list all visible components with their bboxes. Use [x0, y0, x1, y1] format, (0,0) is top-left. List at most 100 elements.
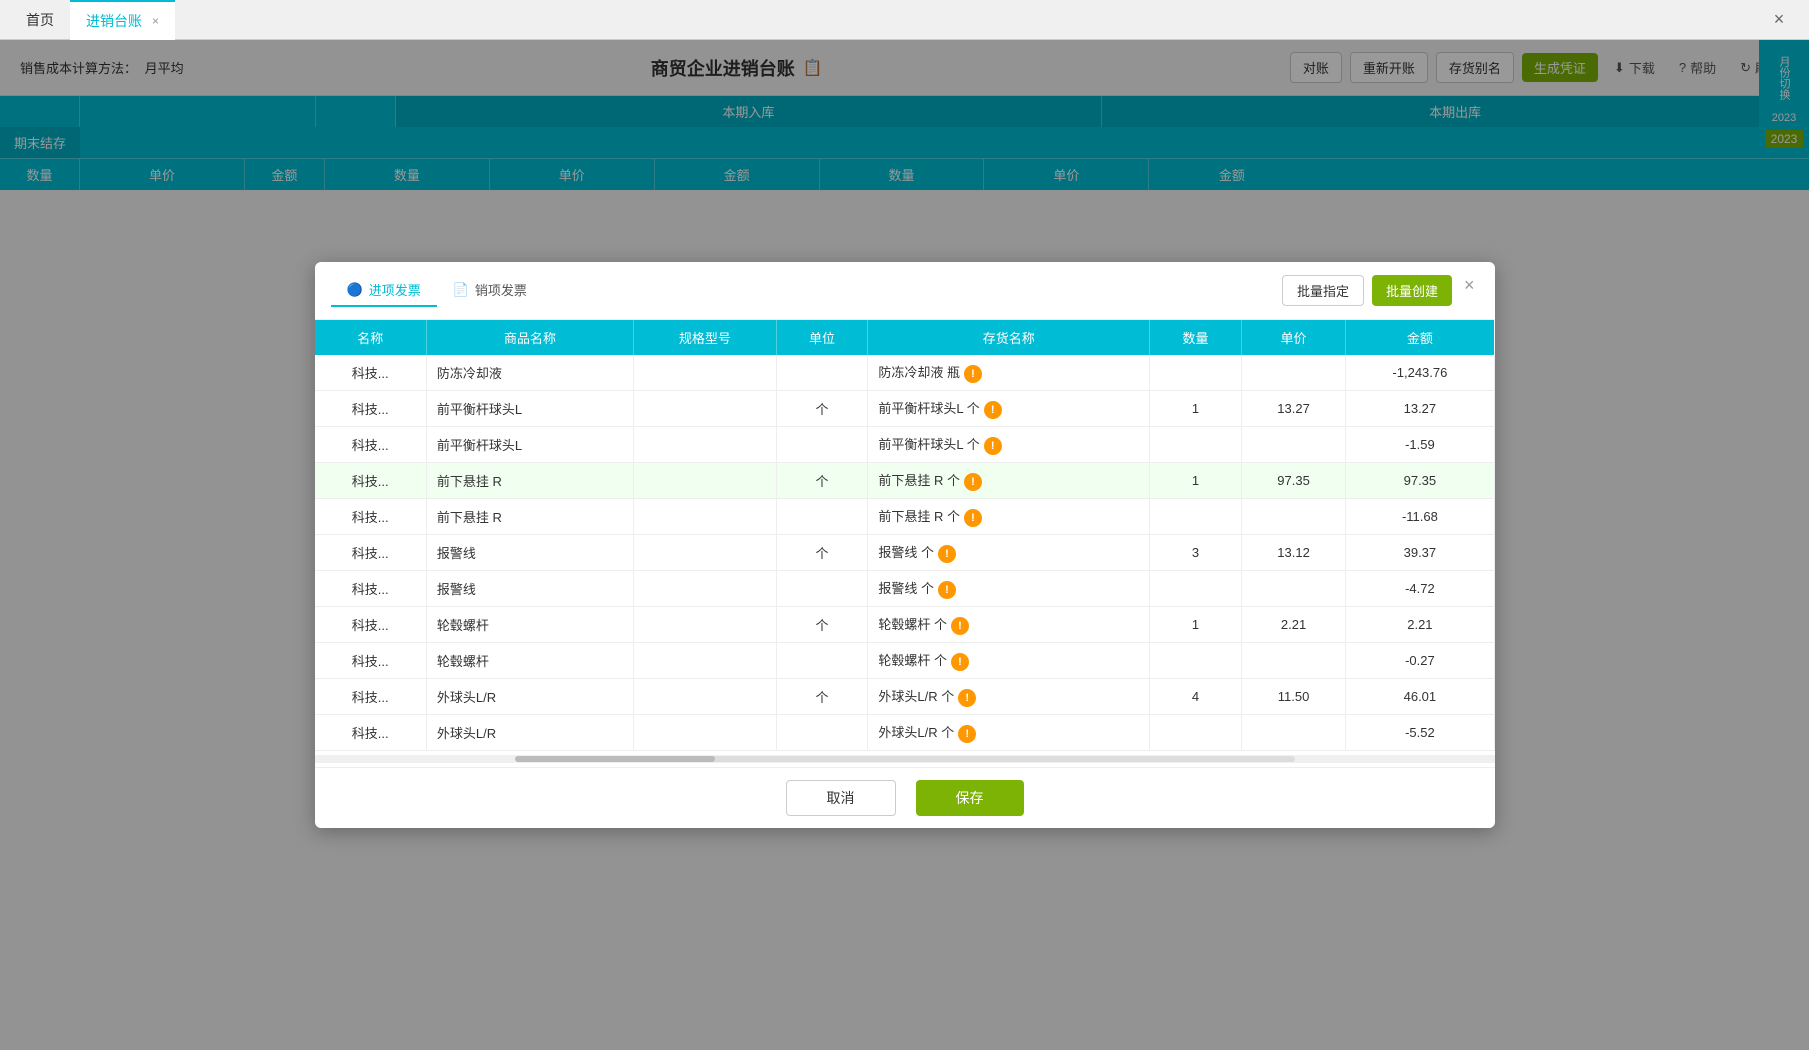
modal-tabs: 🔵 进项发票 📄 销项发票: [331, 274, 543, 307]
batch-assign-button[interactable]: 批量指定: [1282, 275, 1364, 306]
main-content: 销售成本计算方法： 月平均 商贸企业进销台账 📋 对账 重新开账 存货别名 生成…: [0, 40, 1809, 1050]
cell-inventory: 轮毂螺杆 个!: [868, 607, 1150, 643]
tab-outbound-invoice[interactable]: 📄 销项发票: [437, 274, 543, 307]
cell-company: 科技...: [315, 463, 427, 499]
cell-qty: [1150, 499, 1242, 535]
cell-spec: [634, 643, 776, 679]
horizontal-scrollbar[interactable]: [315, 755, 1495, 763]
cell-product: 防冻冷却液: [426, 355, 633, 391]
cell-spec: [634, 391, 776, 427]
cell-unit: 个: [776, 463, 868, 499]
cell-qty: [1150, 355, 1242, 391]
modal-body: 名称 商品名称 规格型号 单位 存货名称 数量 单价 金额 科技...防冻冷却液…: [315, 320, 1495, 751]
table-row: 科技...轮毂螺杆个轮毂螺杆 个!12.212.21: [315, 607, 1495, 643]
cell-company: 科技...: [315, 571, 427, 607]
cell-spec: [634, 715, 776, 751]
warning-icon: !: [964, 365, 982, 383]
cell-unit: [776, 499, 868, 535]
cell-inventory: 报警线 个!: [868, 535, 1150, 571]
cell-unit: [776, 571, 868, 607]
th-qty: 数量: [1150, 320, 1242, 355]
cell-product: 轮毂螺杆: [426, 643, 633, 679]
cell-amount: 39.37: [1346, 535, 1494, 571]
cell-price: [1241, 643, 1345, 679]
cell-amount: -1.59: [1346, 427, 1494, 463]
th-company: 名称: [315, 320, 427, 355]
tab-home[interactable]: 首页: [10, 0, 70, 40]
cell-product: 报警线: [426, 535, 633, 571]
cell-unit: 个: [776, 391, 868, 427]
cell-spec: [634, 607, 776, 643]
cell-price: 11.50: [1241, 679, 1345, 715]
cell-company: 科技...: [315, 535, 427, 571]
cell-unit: 个: [776, 679, 868, 715]
table-row: 科技...前下悬挂 R前下悬挂 R 个!-11.68: [315, 499, 1495, 535]
modal-overlay: 🔵 进项发票 📄 销项发票 批量指定 批量创建 ×: [0, 40, 1809, 1050]
invoice-table: 名称 商品名称 规格型号 单位 存货名称 数量 单价 金额 科技...防冻冷却液…: [315, 320, 1495, 751]
cell-unit: [776, 643, 868, 679]
cell-company: 科技...: [315, 643, 427, 679]
cell-company: 科技...: [315, 355, 427, 391]
cell-price: 97.35: [1241, 463, 1345, 499]
cell-company: 科技...: [315, 427, 427, 463]
th-amount: 金额: [1346, 320, 1494, 355]
cell-qty: 1: [1150, 607, 1242, 643]
outbound-tab-icon: 📄: [453, 282, 469, 298]
cell-spec: [634, 679, 776, 715]
warning-icon: !: [984, 401, 1002, 419]
cell-price: [1241, 499, 1345, 535]
cell-amount: -0.27: [1346, 643, 1494, 679]
cell-spec: [634, 571, 776, 607]
tab-inbound-invoice[interactable]: 🔵 进项发票: [331, 274, 437, 307]
cell-product: 前平衡杆球头L: [426, 391, 633, 427]
cell-qty: [1150, 571, 1242, 607]
window-close-button[interactable]: ×: [1759, 0, 1799, 40]
cell-amount: -1,243.76: [1346, 355, 1494, 391]
modal-dialog: 🔵 进项发票 📄 销项发票 批量指定 批量创建 ×: [315, 262, 1495, 828]
cell-unit: [776, 355, 868, 391]
table-row: 科技...报警线个报警线 个!313.1239.37: [315, 535, 1495, 571]
th-unit: 单位: [776, 320, 868, 355]
cell-spec: [634, 499, 776, 535]
cell-price: 13.27: [1241, 391, 1345, 427]
cell-qty: [1150, 427, 1242, 463]
inbound-tab-icon: 🔵: [347, 282, 363, 298]
warning-icon: !: [964, 509, 982, 527]
cell-inventory: 外球头L/R 个!: [868, 679, 1150, 715]
cell-company: 科技...: [315, 715, 427, 751]
th-spec: 规格型号: [634, 320, 776, 355]
table-row: 科技...前平衡杆球头L个前平衡杆球头L 个!113.2713.27: [315, 391, 1495, 427]
batch-create-button[interactable]: 批量创建: [1372, 275, 1452, 306]
warning-icon: !: [958, 725, 976, 743]
cancel-button[interactable]: 取消: [786, 780, 896, 816]
cell-qty: [1150, 715, 1242, 751]
cell-company: 科技...: [315, 499, 427, 535]
cell-amount: -11.68: [1346, 499, 1494, 535]
cell-unit: 个: [776, 607, 868, 643]
cell-inventory: 报警线 个!: [868, 571, 1150, 607]
table-row: 科技...防冻冷却液 防冻冷却液 瓶! -1,243.76: [315, 355, 1495, 391]
warning-icon: !: [951, 653, 969, 671]
cell-unit: [776, 427, 868, 463]
table-row: 科技...轮毂螺杆 轮毂螺杆 个! -0.27: [315, 643, 1495, 679]
table-row: 科技...前平衡杆球头L前平衡杆球头L 个!-1.59: [315, 427, 1495, 463]
cell-product: 轮毂螺杆: [426, 607, 633, 643]
cell-inventory: 轮毂螺杆 个!: [868, 643, 1150, 679]
save-button[interactable]: 保存: [916, 780, 1024, 816]
tab-close-icon[interactable]: ×: [152, 1, 159, 41]
th-inventory: 存货名称: [868, 320, 1150, 355]
cell-price: [1241, 715, 1345, 751]
cell-product: 报警线: [426, 571, 633, 607]
tab-active[interactable]: 进销台账 ×: [70, 0, 175, 40]
cell-product: 外球头L/R: [426, 679, 633, 715]
cell-spec: [634, 463, 776, 499]
cell-amount: -5.52: [1346, 715, 1494, 751]
modal-close-button[interactable]: ×: [1460, 275, 1479, 306]
modal-header-actions: 批量指定 批量创建 ×: [1282, 275, 1479, 306]
cell-inventory: 防冻冷却液 瓶!: [868, 355, 1150, 391]
cell-amount: 13.27: [1346, 391, 1494, 427]
modal-footer: 取消 保存: [315, 767, 1495, 828]
cell-price: [1241, 427, 1345, 463]
cell-qty: 1: [1150, 391, 1242, 427]
warning-icon: !: [984, 437, 1002, 455]
